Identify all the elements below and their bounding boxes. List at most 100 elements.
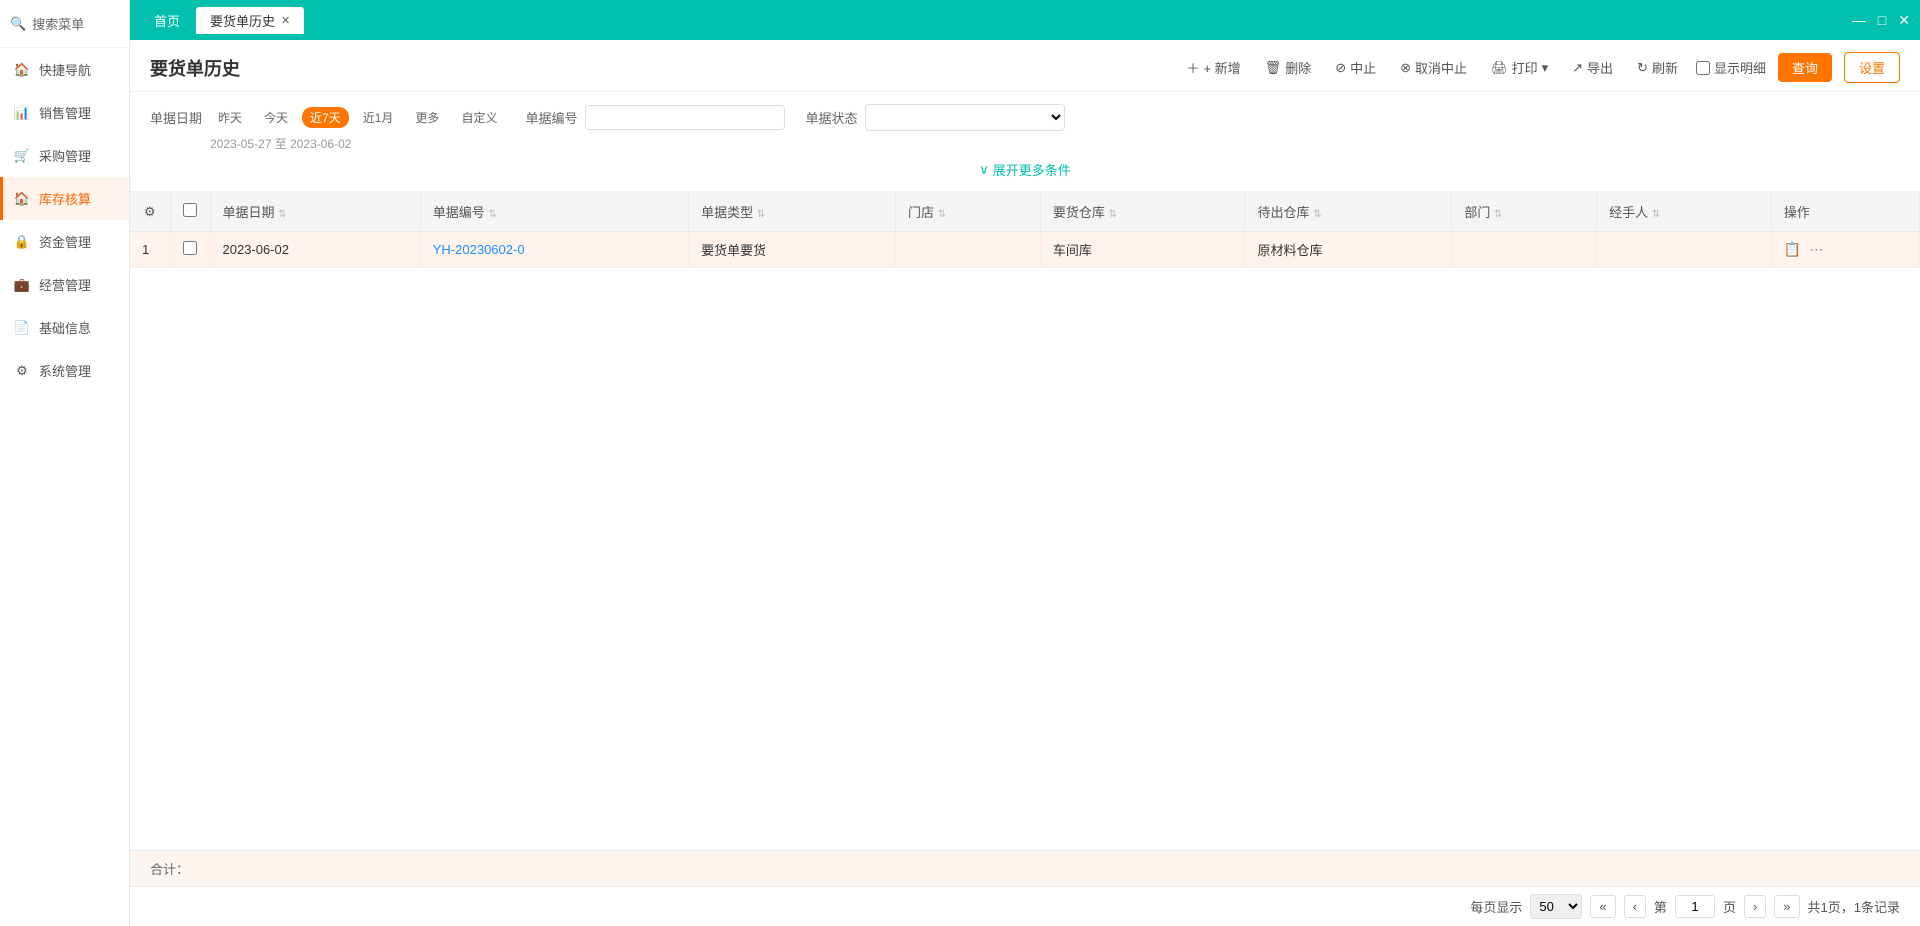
th-pending-warehouse[interactable]: 待出仓库 ⇅ (1245, 192, 1452, 232)
last-page-button[interactable]: » (1774, 895, 1799, 918)
settings-button[interactable]: 设置 (1844, 52, 1900, 83)
cell-doc-date: 2023-06-02 (210, 232, 420, 268)
cell-store (896, 232, 1041, 268)
date-btn-yesterday[interactable]: 昨天 (210, 107, 250, 128)
sidebar-item-operations[interactable]: 💼 经营管理 (0, 263, 129, 306)
sidebar-item-label: 系统管理 (39, 361, 91, 380)
filter-row-1: 单据日期 昨天 今天 近7天 近1月 更多 自定义 单据编号 单据状态 (150, 104, 1900, 131)
query-label: 查询 (1792, 58, 1818, 77)
sidebar-search-label: 搜索菜单 (32, 14, 84, 33)
sidebar-item-label: 基础信息 (39, 318, 91, 337)
prev-page-button[interactable]: ‹ (1624, 895, 1646, 918)
docnum-input[interactable] (585, 105, 785, 130)
delete-button[interactable]: 🗑 删除 (1259, 54, 1318, 81)
filter-area: 单据日期 昨天 今天 近7天 近1月 更多 自定义 单据编号 单据状态 (130, 92, 1920, 192)
more-action-icon[interactable]: ⋯ (1809, 241, 1823, 258)
show-detail-toggle[interactable]: 显示明细 (1696, 58, 1766, 77)
date-btn-more[interactable]: 更多 (407, 107, 447, 128)
new-icon: ＋ (1186, 58, 1199, 77)
cell-checkbox (170, 232, 210, 268)
sort-doc-date-icon: ⇅ (278, 209, 286, 220)
date-btn-7days[interactable]: 近7天 (302, 107, 349, 128)
sidebar-item-finance[interactable]: 🔒 资金管理 (0, 220, 129, 263)
th-actions: 操作 (1771, 192, 1919, 232)
th-settings[interactable]: ⚙ (130, 192, 170, 232)
first-page-button[interactable]: « (1590, 895, 1615, 918)
status-filter-label: 单据状态 (805, 108, 857, 127)
expand-more-label: 展开更多条件 (993, 160, 1071, 179)
date-btn-1month[interactable]: 近1月 (355, 107, 402, 128)
sidebar-item-label: 资金管理 (39, 232, 91, 251)
pagination: 每页显示 50 100 « ‹ 第 页 › » 共1页，1条记录 (130, 886, 1920, 926)
new-label: + 新增 (1203, 58, 1240, 77)
current-page-input[interactable] (1675, 895, 1715, 918)
next-page-button[interactable]: › (1744, 895, 1766, 918)
sort-req-warehouse-icon: ⇅ (1109, 209, 1117, 220)
sort-pending-warehouse-icon: ⇅ (1313, 209, 1321, 220)
date-btn-today[interactable]: 今天 (256, 107, 296, 128)
export-button[interactable]: ↗ 导出 (1566, 54, 1619, 81)
main-area: 首页 要货单历史 ✕ — □ ✕ 要货单历史 ＋ + 新增 🗑 删除 (130, 0, 1920, 926)
cell-index: 1 (130, 232, 170, 268)
window-maximize-icon[interactable]: □ (1878, 12, 1886, 28)
th-doc-number[interactable]: 单据编号 ⇅ (420, 192, 688, 232)
total-label: 合计： (150, 862, 189, 877)
sidebar-item-system[interactable]: ⚙ 系统管理 (0, 349, 129, 392)
finance-icon: 🔒 (13, 233, 31, 251)
home-icon: 🏠 (13, 61, 31, 79)
th-doc-type[interactable]: 单据类型 ⇅ (689, 192, 896, 232)
table-row: 1 2023-06-02 YH-20230602-0 要货单要货 车间库 原材料… (130, 232, 1920, 268)
th-department[interactable]: 部门 ⇅ (1452, 192, 1597, 232)
th-handler[interactable]: 经手人 ⇅ (1597, 192, 1772, 232)
date-btn-custom[interactable]: 自定义 (453, 107, 505, 128)
sort-handler-icon: ⇅ (1652, 209, 1660, 220)
query-button[interactable]: 查询 (1778, 53, 1832, 82)
window-close-icon[interactable]: ✕ (1898, 12, 1910, 29)
tab-home[interactable]: 首页 (140, 7, 194, 34)
refresh-button[interactable]: ↻ 刷新 (1631, 54, 1684, 81)
new-button[interactable]: ＋ + 新增 (1180, 54, 1246, 81)
window-minimize-icon[interactable]: — (1852, 12, 1866, 28)
expand-more-btn[interactable]: ∨ 展开更多条件 (150, 160, 1900, 179)
cancel-stop-icon: ⊗ (1400, 60, 1411, 76)
th-store[interactable]: 门店 ⇅ (896, 192, 1041, 232)
show-detail-checkbox[interactable] (1696, 61, 1710, 75)
stop-label: 中止 (1350, 58, 1376, 77)
cancel-stop-button[interactable]: ⊗ 取消中止 (1394, 54, 1473, 81)
sort-department-icon: ⇅ (1494, 209, 1502, 220)
show-detail-label: 显示明细 (1714, 58, 1766, 77)
sidebar-item-purchase[interactable]: 🛒 采购管理 (0, 134, 129, 177)
status-select[interactable] (865, 104, 1065, 131)
date-filter-label: 单据日期 (150, 108, 202, 127)
tab-home-label: 首页 (154, 11, 180, 30)
cell-req-warehouse: 车间库 (1040, 232, 1245, 268)
sidebar-item-quick-nav[interactable]: 🏠 快捷导航 (0, 48, 129, 91)
print-button[interactable]: 🖨 打印 ▾ (1485, 54, 1554, 81)
page-suffix: 页 (1723, 897, 1736, 916)
sidebar-item-sales[interactable]: 📊 销售管理 (0, 91, 129, 134)
sort-doc-number-icon: ⇅ (488, 209, 496, 220)
doc-number-link[interactable]: YH-20230602-0 (433, 242, 525, 257)
sidebar-item-label: 采购管理 (39, 146, 91, 165)
sidebar-item-label: 库存核算 (39, 189, 91, 208)
tab-requisition-history[interactable]: 要货单历史 ✕ (196, 7, 304, 34)
sidebar-item-label: 快捷导航 (39, 60, 91, 79)
row-checkbox[interactable] (183, 241, 197, 255)
sidebar-item-inventory[interactable]: 🏠 库存核算 (0, 177, 129, 220)
tab-close-icon[interactable]: ✕ (281, 14, 290, 27)
th-req-warehouse[interactable]: 要货仓库 ⇅ (1040, 192, 1245, 232)
table-header-row: ⚙ 单据日期 ⇅ 单据编号 ⇅ 单据类型 (130, 192, 1920, 232)
view-action-icon[interactable]: 📋 (1784, 241, 1801, 258)
cell-doc-type: 要货单要货 (689, 232, 896, 268)
per-page-select[interactable]: 50 100 (1530, 894, 1582, 919)
inventory-icon: 🏠 (13, 190, 31, 208)
sidebar-item-basic-info[interactable]: 📄 基础信息 (0, 306, 129, 349)
sidebar-item-label: 销售管理 (39, 103, 91, 122)
th-doc-date[interactable]: 单据日期 ⇅ (210, 192, 420, 232)
stop-icon: ⊘ (1335, 60, 1346, 76)
stop-button[interactable]: ⊘ 中止 (1329, 54, 1382, 81)
delete-label: 删除 (1285, 58, 1311, 77)
cell-handler (1597, 232, 1772, 268)
sidebar-search[interactable]: 🔍 搜索菜单 (0, 0, 129, 48)
select-all-checkbox[interactable] (183, 203, 197, 217)
